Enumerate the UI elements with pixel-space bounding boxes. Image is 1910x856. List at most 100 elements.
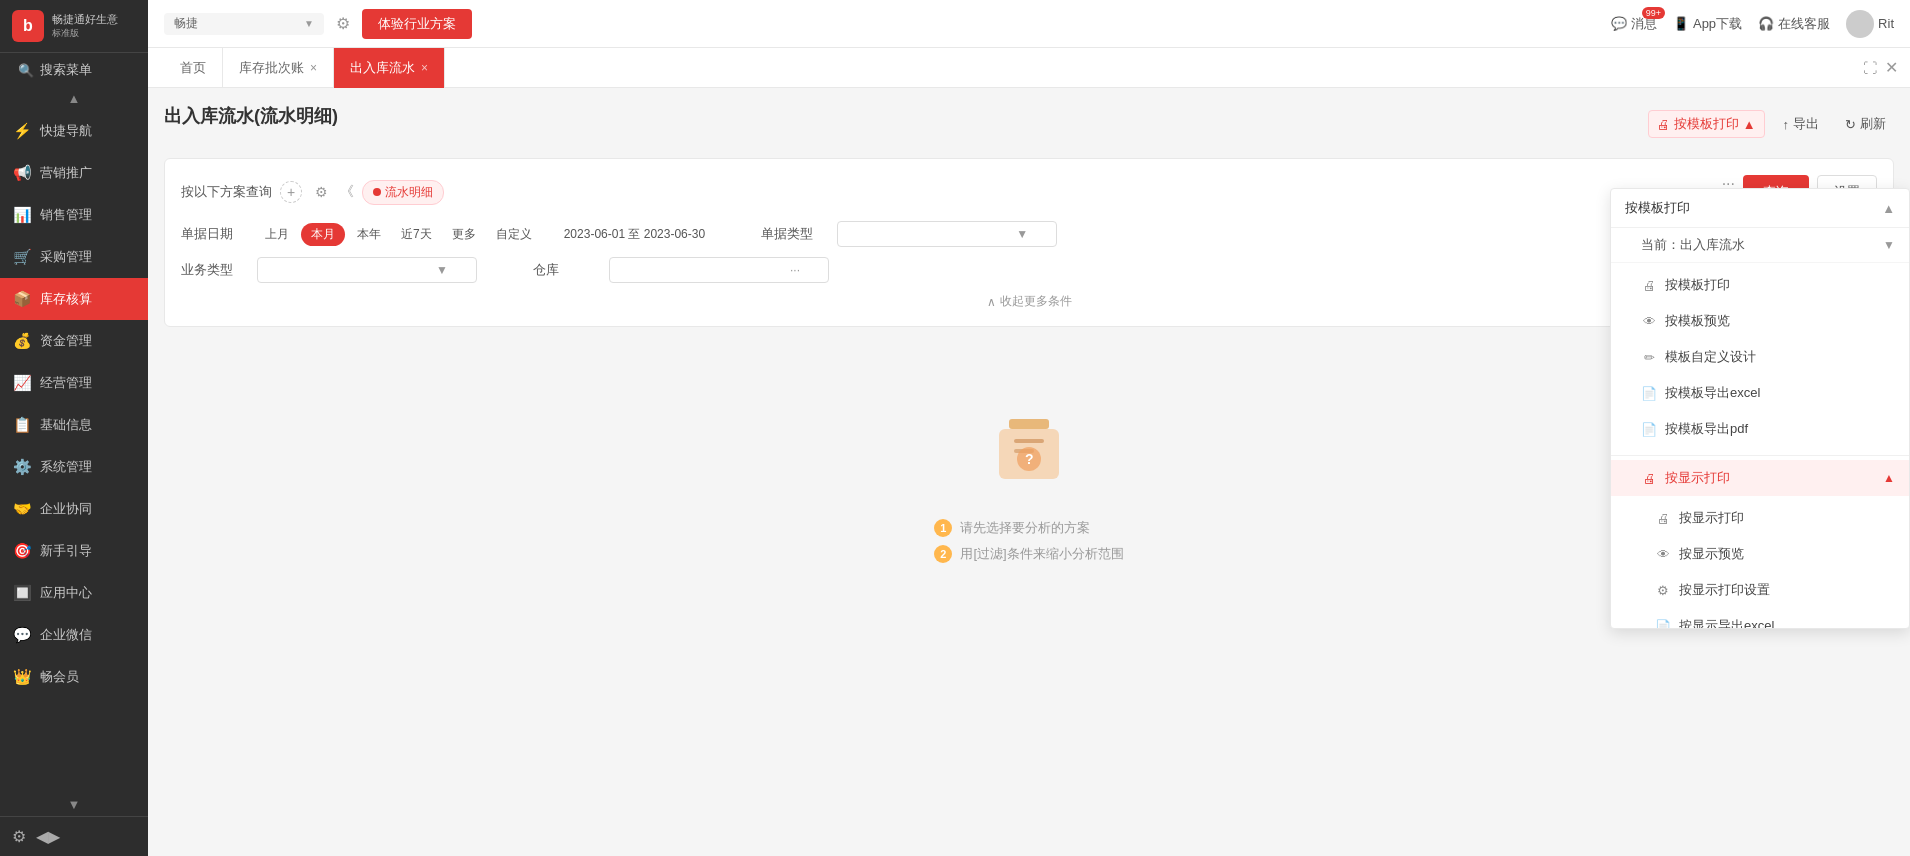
refresh-button[interactable]: ↻ 刷新	[1837, 111, 1894, 137]
maximize-icon[interactable]: ⛶	[1863, 60, 1877, 76]
app-logo: b 畅捷通好生意 标准版	[0, 0, 148, 53]
sidebar-item-label: 营销推广	[40, 164, 92, 182]
empty-illustration: ?	[979, 399, 1079, 499]
dropdown-scroll-area: 当前：出入库流水 ▼ 🖨 按模板打印 👁 按模板预览 ✏ 模板自定	[1611, 228, 1909, 628]
window-close-icon[interactable]: ✕	[1885, 58, 1898, 77]
date-tab-more[interactable]: 更多	[444, 223, 484, 246]
tab-batch-account-close-icon[interactable]: ×	[310, 61, 317, 75]
tab-flow-close-icon[interactable]: ×	[421, 61, 428, 75]
sidebar-item-apps[interactable]: 🔲 应用中心	[0, 572, 148, 614]
filter-setting-button[interactable]: ⚙	[310, 181, 332, 203]
template-print-section: 🖨 按模板打印 👁 按模板预览 ✏ 模板自定义设计 📄 按模板导出excel	[1611, 263, 1909, 451]
filter-tag[interactable]: 流水明细	[362, 180, 444, 205]
dropdown-item-display-print-settings[interactable]: ⚙ 按显示打印设置	[1611, 572, 1909, 608]
sidebar-item-quick-nav[interactable]: ⚡ 快捷导航	[0, 110, 148, 152]
dropdown-current-arrow: ▼	[1883, 238, 1895, 252]
sidebar-item-system[interactable]: ⚙️ 系统管理	[0, 446, 148, 488]
scroll-down-arrow[interactable]: ▼	[0, 793, 148, 816]
date-tab-last-month[interactable]: 上月	[257, 223, 297, 246]
filter-add-button[interactable]: +	[280, 181, 302, 203]
tabs-bar: 首页 库存批次账 × 出入库流水 × ⛶ ✕	[148, 48, 1910, 88]
settings-bottom-icon[interactable]: ⚙	[12, 827, 26, 846]
dropdown-display-print-header[interactable]: 🖨 按显示打印 ▲	[1611, 460, 1909, 496]
biz-type-select-wrap[interactable]: ▼	[257, 257, 477, 283]
doc-type-chevron-icon: ▼	[1016, 227, 1028, 241]
display-preview-icon: 👁	[1655, 546, 1671, 562]
display-settings-icon: ⚙	[1655, 582, 1671, 598]
sidebar-item-purchase[interactable]: 🛒 采购管理	[0, 236, 148, 278]
online-service-label: 在线客服	[1778, 15, 1830, 33]
dropdown-item-display-print[interactable]: 🖨 按显示打印	[1611, 500, 1909, 536]
date-tab-this-year[interactable]: 本年	[349, 223, 389, 246]
sidebar-item-label: 基础信息	[40, 416, 92, 434]
tab-batch-account[interactable]: 库存批次账 ×	[223, 48, 334, 88]
topbar-gear-icon[interactable]: ⚙	[336, 14, 350, 33]
doc-type-select[interactable]: ▼	[837, 221, 1057, 247]
date-tab-this-month[interactable]: 本月	[301, 223, 345, 246]
warehouse-more-icon[interactable]: ···	[790, 263, 800, 277]
message-button[interactable]: 💬 消息 99+	[1611, 15, 1657, 33]
export-label: 导出	[1793, 115, 1819, 133]
sidebar-item-enterprise[interactable]: 🤝 企业协同	[0, 488, 148, 530]
dropdown-item-label: 按显示打印	[1679, 509, 1744, 527]
tab-expand-area: ⛶ ✕	[1851, 58, 1910, 77]
system-icon: ⚙️	[12, 457, 32, 477]
empty-steps-container: 1 请先选择要分析的方案 2 用[过滤]条件来缩小分析范围	[934, 515, 1123, 567]
online-service-button[interactable]: 🎧 在线客服	[1758, 15, 1830, 33]
biz-type-filter-label: 业务类型	[181, 261, 241, 279]
dropdown-item-template-custom[interactable]: ✏ 模板自定义设计	[1611, 339, 1909, 375]
sidebar-item-finance[interactable]: 💰 资金管理	[0, 320, 148, 362]
dropdown-item-display-export-excel[interactable]: 📄 按显示导出excel	[1611, 608, 1909, 628]
collapse-sidebar-icon[interactable]: ◀▶	[36, 827, 60, 846]
date-tab-7days[interactable]: 近7天	[393, 223, 440, 246]
guide-icon: 🎯	[12, 541, 32, 561]
user-profile-button[interactable]: Rit	[1846, 10, 1894, 38]
refresh-icon: ↻	[1845, 117, 1856, 132]
date-tab-custom[interactable]: 自定义	[488, 223, 540, 246]
filter-collapse-left-button[interactable]: 《	[340, 183, 354, 201]
sidebar-item-guide[interactable]: 🎯 新手引导	[0, 530, 148, 572]
dropdown-item-template-export-pdf[interactable]: 📄 按模板导出pdf	[1611, 411, 1909, 447]
scroll-up-arrow[interactable]: ▲	[0, 87, 148, 110]
tab-flow[interactable]: 出入库流水 ×	[334, 48, 445, 88]
sidebar-item-label: 应用中心	[40, 584, 92, 602]
sidebar-item-inventory[interactable]: 📦 库存核算	[0, 278, 148, 320]
dropdown-display-print-label: 按显示打印	[1665, 469, 1730, 487]
message-icon: 💬	[1611, 16, 1627, 31]
svg-rect-2	[1014, 439, 1044, 443]
biz-type-select[interactable]: ▼	[257, 257, 477, 283]
export-button[interactable]: ↑ 导出	[1775, 111, 1828, 137]
trial-button[interactable]: 体验行业方案	[362, 9, 472, 39]
wechat-icon: 💬	[12, 625, 32, 645]
dropdown-item-template-export-excel[interactable]: 📄 按模板导出excel	[1611, 375, 1909, 411]
app-download-button[interactable]: 📱 App下载	[1673, 15, 1742, 33]
sidebar-item-sales[interactable]: 📊 销售管理	[0, 194, 148, 236]
doc-type-select-wrap[interactable]: ▼	[837, 221, 1057, 247]
search-menu-item[interactable]: 🔍 搜索菜单	[0, 53, 148, 87]
sidebar: b 畅捷通好生意 标准版 🔍 搜索菜单 ▲ ⚡ 快捷导航 📢 营销推广 📊 销售…	[0, 0, 148, 856]
sidebar-item-members[interactable]: 👑 畅会员	[0, 656, 148, 698]
sidebar-item-basic[interactable]: 📋 基础信息	[0, 404, 148, 446]
warehouse-select-wrap[interactable]: ···	[609, 257, 829, 283]
warehouse-select[interactable]: ···	[609, 257, 829, 283]
search-icon: 🔍	[18, 63, 34, 78]
tab-home[interactable]: 首页	[164, 48, 223, 88]
dropdown-item-display-preview[interactable]: 👁 按显示预览	[1611, 536, 1909, 572]
dropdown-item-label: 模板自定义设计	[1665, 348, 1756, 366]
sidebar-item-label: 销售管理	[40, 206, 92, 224]
dropdown-item-template-preview[interactable]: 👁 按模板预览	[1611, 303, 1909, 339]
inventory-icon: 📦	[12, 289, 32, 309]
topbar-search-input[interactable]	[174, 17, 300, 31]
sidebar-item-wechat[interactable]: 💬 企业微信	[0, 614, 148, 656]
print-icon: 🖨	[1657, 117, 1670, 132]
sidebar-item-marketing[interactable]: 📢 营销推广	[0, 152, 148, 194]
display-excel-icon: 📄	[1655, 618, 1671, 628]
sidebar-item-label: 库存核算	[40, 290, 92, 308]
dropdown-divider	[1611, 455, 1909, 456]
dropdown-collapse-icon[interactable]: ▲	[1882, 201, 1895, 216]
dropdown-item-label: 按显示导出excel	[1679, 617, 1774, 628]
topbar-search-wrap[interactable]: ▼	[164, 13, 324, 35]
print-template-button[interactable]: 🖨 按模板打印 ▲	[1648, 110, 1765, 138]
dropdown-item-template-print[interactable]: 🖨 按模板打印	[1611, 267, 1909, 303]
sidebar-item-operations[interactable]: 📈 经营管理	[0, 362, 148, 404]
